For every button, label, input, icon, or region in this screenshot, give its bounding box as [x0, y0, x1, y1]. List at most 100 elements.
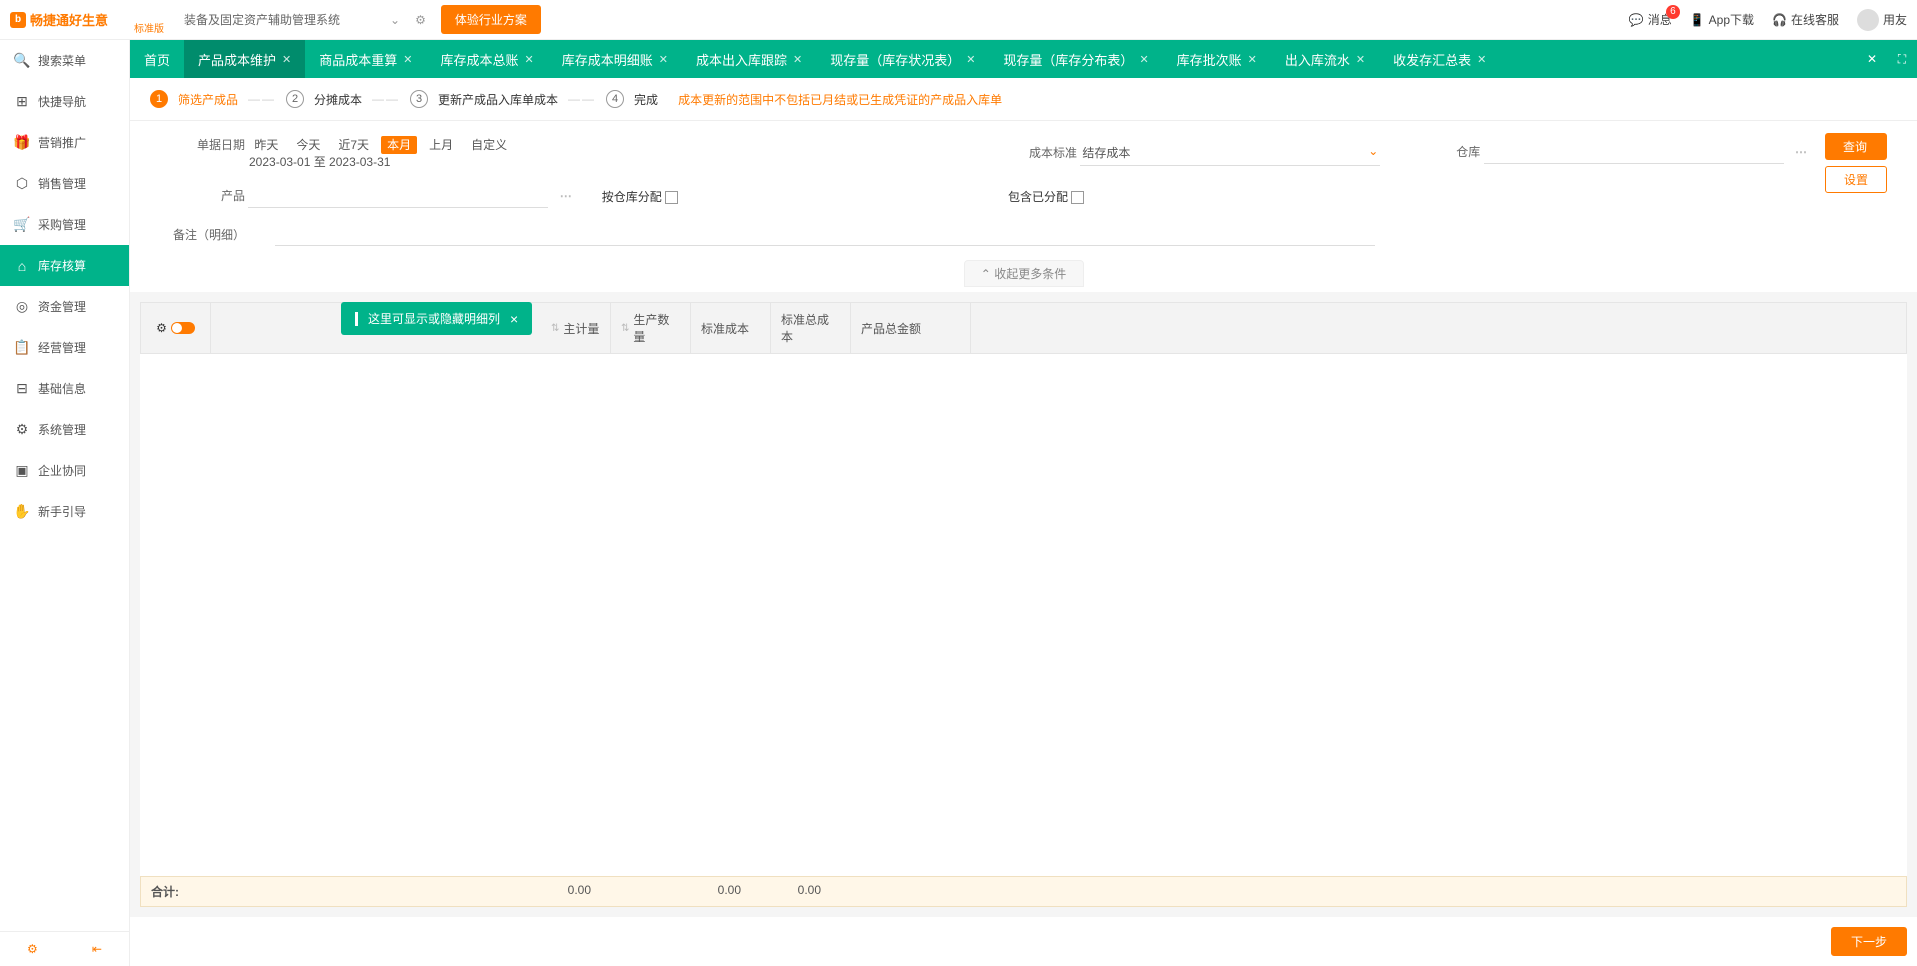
date-option[interactable]: 近7天 — [332, 136, 375, 154]
product-input[interactable] — [248, 184, 548, 208]
close-tab-icon[interactable]: ✕ — [1356, 53, 1365, 66]
date-option[interactable]: 上月 — [423, 136, 459, 154]
warehouse-label: 仓库 — [1440, 143, 1480, 160]
column-header[interactable]: 标准总成本 — [771, 303, 851, 353]
step-warning: 成本更新的范围中不包括已月结或已生成凭证的产成品入库单 — [678, 91, 1002, 108]
product-picker-icon[interactable]: ⋯ — [560, 189, 572, 203]
sidebar-item-1[interactable]: ⊞快捷导航 — [0, 81, 129, 122]
sidebar-item-9[interactable]: ⚙系统管理 — [0, 409, 129, 450]
sidebar-icon: 🎁 — [14, 135, 30, 151]
tab-4[interactable]: 库存成本明细账✕ — [548, 40, 682, 78]
bottom-bar: 下一步 — [130, 917, 1917, 966]
cost-standard-select[interactable]: 结存成本 ⌄ — [1080, 140, 1380, 166]
table-body — [140, 354, 1907, 876]
sidebar-icon: 🔍 — [14, 53, 30, 69]
double-chevron-up-icon: ⌃ — [981, 267, 991, 281]
tab-label: 商品成本重算 — [319, 50, 397, 69]
total-label: 合计: — [141, 883, 211, 900]
step-label-1: 筛选产成品 — [178, 91, 238, 108]
setup-button[interactable]: 设置 — [1825, 166, 1887, 193]
tab-10[interactable]: 收发存汇总表✕ — [1379, 40, 1500, 78]
warehouse-input[interactable] — [1484, 140, 1784, 164]
sidebar-item-0[interactable]: 🔍搜索菜单 — [0, 40, 129, 81]
tab-label: 库存批次账 — [1177, 50, 1242, 69]
column-header[interactable]: 产品总金额 — [851, 303, 971, 353]
logo: b 畅捷通好生意 — [10, 10, 130, 29]
close-all-tabs-icon[interactable]: ✕ — [1857, 52, 1887, 66]
chat-icon: 💬 — [1629, 13, 1644, 27]
tabbar: 首页产品成本维护✕商品成本重算✕库存成本总账✕库存成本明细账✕成本出入库跟踪✕现… — [130, 40, 1917, 78]
settings-icon[interactable]: ⚙ — [27, 942, 38, 956]
remark-label: 备注（明细） — [160, 226, 245, 243]
close-tab-icon[interactable]: ✕ — [1248, 53, 1257, 66]
industry-button[interactable]: 体验行业方案 — [441, 5, 541, 34]
sidebar-label: 经营管理 — [38, 339, 86, 356]
chevron-down-icon: ⌄ — [390, 13, 400, 27]
detail-toggle[interactable] — [171, 322, 195, 334]
date-option[interactable]: 本月 — [381, 136, 417, 154]
date-option[interactable]: 昨天 — [248, 136, 284, 154]
column-config[interactable]: ⚙ — [141, 303, 211, 353]
sidebar-item-5[interactable]: ⌂库存核算 — [0, 245, 129, 286]
column-header[interactable]: 生产数量 — [611, 303, 691, 353]
column-tooltip: 这里可显示或隐藏明细列 × — [341, 302, 532, 335]
tab-1[interactable]: 产品成本维护✕ — [184, 40, 305, 78]
close-tab-icon[interactable]: ✕ — [793, 53, 802, 66]
query-button[interactable]: 查询 — [1825, 133, 1887, 160]
warehouse-picker-icon[interactable]: ⋯ — [1795, 145, 1807, 159]
tab-3[interactable]: 库存成本总账 ✕ — [426, 40, 547, 78]
tab-9[interactable]: 出入库流水✕ — [1271, 40, 1379, 78]
tab-8[interactable]: 库存批次账 ✕ — [1163, 40, 1271, 78]
user-label: 用友 — [1883, 11, 1907, 28]
sidebar-label: 基础信息 — [38, 380, 86, 397]
include-allocated-label: 包含已分配 — [1008, 190, 1068, 204]
tab-6[interactable]: 现存量（库存状况表） ✕ — [816, 40, 989, 78]
next-button[interactable]: 下一步 — [1831, 927, 1907, 956]
gear-icon[interactable]: ⚙ — [415, 13, 426, 27]
step-number-1: 1 — [150, 90, 168, 108]
sidebar-item-11[interactable]: ✋新手引导 — [0, 491, 129, 532]
remark-input[interactable] — [275, 222, 1375, 246]
collapse-filters-button[interactable]: ⌃ 收起更多条件 — [964, 260, 1084, 287]
by-warehouse-checkbox[interactable] — [665, 191, 678, 204]
sidebar-footer: ⚙ ⇤ — [0, 931, 129, 966]
column-header[interactable]: 主计量 — [541, 303, 611, 353]
close-tab-icon[interactable]: ✕ — [403, 53, 412, 66]
headset-icon: 🎧 — [1772, 13, 1787, 27]
messages-link[interactable]: 💬 消息 6 — [1629, 11, 1672, 28]
close-tab-icon[interactable]: ✕ — [1139, 53, 1148, 66]
tab-7[interactable]: 现存量（库存分布表）✕ — [989, 40, 1162, 78]
sidebar-item-4[interactable]: 🛒采购管理 — [0, 204, 129, 245]
phone-icon: 📱 — [1690, 13, 1705, 27]
close-tab-icon[interactable]: ✕ — [1477, 53, 1486, 66]
include-allocated-checkbox[interactable] — [1071, 191, 1084, 204]
total-val-1: 0.00 — [211, 883, 601, 900]
tab-label: 库存成本总账 — [440, 50, 518, 69]
sidebar-item-3[interactable]: ⬡销售管理 — [0, 163, 129, 204]
user-menu[interactable]: 用友 — [1857, 9, 1907, 31]
column-header[interactable]: 标准成本 — [691, 303, 771, 353]
collapse-sidebar-icon[interactable]: ⇤ — [92, 942, 102, 956]
close-tab-icon[interactable]: ✕ — [966, 53, 975, 66]
sidebar-label: 采购管理 — [38, 216, 86, 233]
close-tab-icon[interactable]: ✕ — [282, 53, 291, 66]
app-download-link[interactable]: 📱 App下载 — [1690, 11, 1754, 28]
system-dropdown[interactable]: 装备及固定资产辅助管理系统 ⌄ — [184, 11, 400, 28]
tab-0[interactable]: 首页 — [130, 40, 184, 78]
fullscreen-icon[interactable]: ⛶ — [1887, 52, 1917, 67]
sidebar-item-8[interactable]: ⊟基础信息 — [0, 368, 129, 409]
sidebar-item-6[interactable]: ◎资金管理 — [0, 286, 129, 327]
sidebar-item-10[interactable]: ▣企业协同 — [0, 450, 129, 491]
date-option[interactable]: 今天 — [290, 136, 326, 154]
tab-5[interactable]: 成本出入库跟踪✕ — [682, 40, 816, 78]
close-tooltip-icon[interactable]: × — [510, 311, 518, 327]
tab-2[interactable]: 商品成本重算 ✕ — [305, 40, 426, 78]
tab-label: 现存量（库存状况表） — [830, 50, 960, 69]
sidebar-item-7[interactable]: 📋经营管理 — [0, 327, 129, 368]
step-number-2: 2 — [286, 90, 304, 108]
close-tab-icon[interactable]: ✕ — [659, 53, 668, 66]
customer-service-link[interactable]: 🎧 在线客服 — [1772, 11, 1839, 28]
close-tab-icon[interactable]: ✕ — [525, 53, 534, 66]
date-option[interactable]: 自定义 — [465, 136, 513, 154]
sidebar-item-2[interactable]: 🎁营销推广 — [0, 122, 129, 163]
